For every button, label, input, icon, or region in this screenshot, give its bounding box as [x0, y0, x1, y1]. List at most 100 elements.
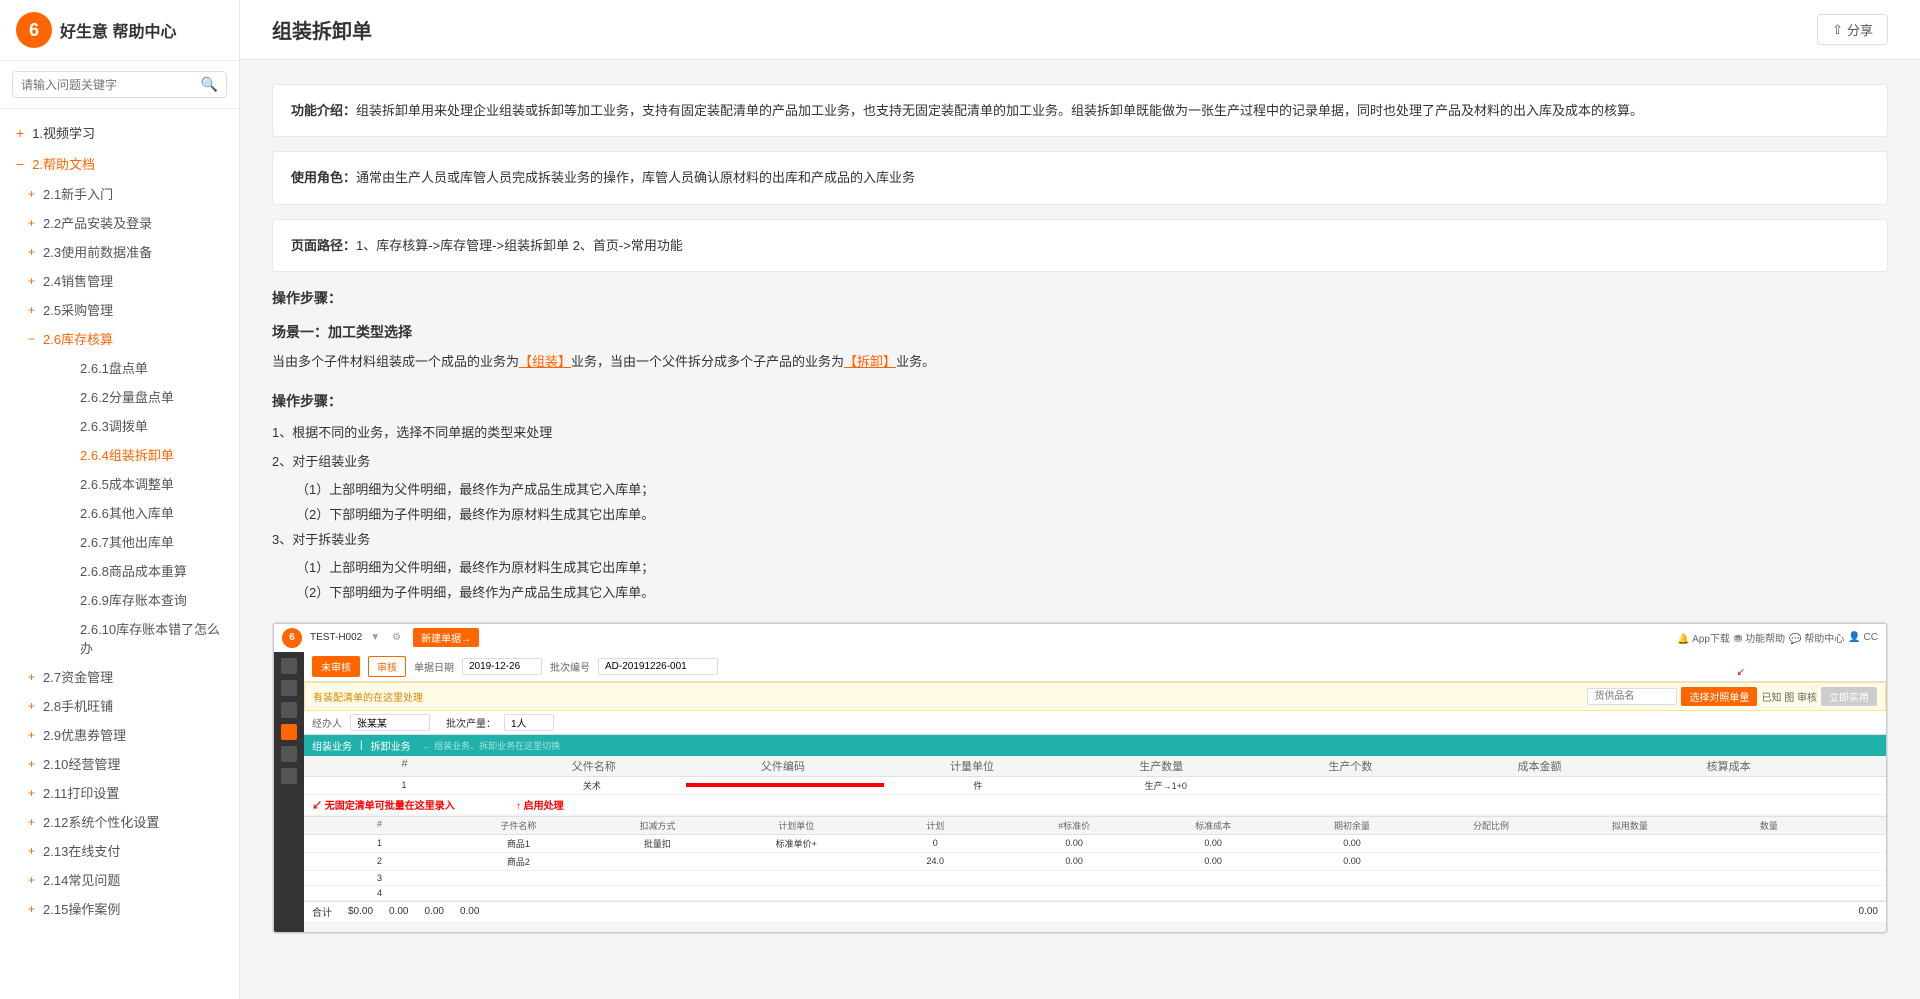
nav-tree: + 1.视频学习 − 2.帮助文档 + 2.1新手入门 + 2.2产品安装及登录…	[0, 109, 239, 931]
mock-ui: 6 TEST-H002 ▼ ⚙ 新建单据→ 🔔 App下载 ⛃ 功能帮助 💬 帮…	[273, 623, 1887, 933]
mock-lower-row-3: 3	[304, 871, 1886, 886]
step2: 2、对于组装业务	[272, 450, 1888, 475]
ops-title: 操作步骤：	[272, 288, 1888, 308]
mock-alert-bar: 有装配清单的在这里处理 选择对照单量 已知 图 审核 立即实用 ↙	[304, 682, 1886, 711]
search-input-wrap[interactable]: 🔍	[12, 71, 227, 98]
sidebar-item-newcomer[interactable]: + 2.1新手入门	[20, 179, 239, 208]
scene1-title: 场景一：加工类型选择	[272, 322, 1888, 342]
expand-icon-1: +	[16, 125, 24, 141]
annotation-assembly-btn: ↙	[1737, 667, 1745, 678]
sidebar-item-install[interactable]: + 2.2产品安装及登录	[20, 208, 239, 237]
step2-sub2: （2）下部明细为子件明细，最终作为原材料生成其它出库单。	[272, 503, 1888, 528]
mock-nav-icon-2	[281, 680, 297, 696]
sidebar-item-other-in[interactable]: 2.6.6其他入库单	[52, 498, 239, 527]
mock-lower-header: # 子件名称 扣减方式 计划单位 计划 #标准价 标准成本 期初余量 分配比例 …	[304, 816, 1886, 835]
mock-lower-row-1: 1 商品1 批量扣 标准单价+ 0 0.00 0.00 0.00	[304, 835, 1886, 853]
sidebar-item-help-docs[interactable]: − 2.帮助文档	[0, 148, 239, 179]
sidebar-item-data-prep[interactable]: + 2.3使用前数据准备	[20, 237, 239, 266]
sidebar-item-finance[interactable]: + 2.7资金管理	[20, 662, 239, 691]
mock-operator-input[interactable]	[350, 714, 430, 731]
main-panel: 组装拆卸单 ⇧ 分享 功能介绍：组装拆卸单用来处理企业组装或拆卸等加工业务，支持…	[240, 0, 1920, 999]
sidebar-item-video[interactable]: + 1.视频学习	[0, 117, 239, 148]
page-title: 组装拆卸单	[272, 15, 372, 44]
mock-bottom-bar: 合计 $0.00 0.00 0.00 0.00 0.00	[304, 901, 1886, 921]
step3: 3、对于拆装业务	[272, 528, 1888, 553]
main-content: 功能介绍：组装拆卸单用来处理企业组装或拆卸等加工业务，支持有固定装配清单的产品加…	[240, 60, 1920, 999]
sidebar-item-ledger-fix[interactable]: 2.6.10库存账本错了怎么办	[52, 614, 239, 662]
sidebar-item-transfer[interactable]: 2.6.3调拨单	[52, 411, 239, 440]
ops-steps-title: 操作步骤：	[272, 391, 1888, 411]
function-intro-block: 功能介绍：组装拆卸单用来处理企业组装或拆卸等加工业务，支持有固定装配清单的产品加…	[272, 84, 1888, 137]
mock-lower-row-4: 4	[304, 886, 1886, 901]
sidebar-item-coupon[interactable]: + 2.9优惠券管理	[20, 720, 239, 749]
mock-nav-icon-1	[281, 658, 297, 674]
sidebar-item-faq[interactable]: + 2.14常见问题	[20, 865, 239, 894]
sidebar-item-stocktake[interactable]: 2.6.1盘点单	[52, 353, 239, 382]
mock-lower-table: # 子件名称 扣减方式 计划单位 计划 #标准价 标准成本 期初余量 分配比例 …	[304, 816, 1886, 901]
sidebar-item-partial-stocktake[interactable]: 2.6.2分量盘点单	[52, 382, 239, 411]
role-block: 使用角色：通常由生产人员或库管人员完成拆装业务的操作，库管人员确认原材料的出库和…	[272, 151, 1888, 204]
mock-date-input[interactable]	[462, 658, 542, 675]
sidebar: 6 好生意 帮助中心 🔍 + 1.视频学习 − 2.帮助文档 + 2.1新手入门…	[0, 0, 240, 999]
sidebar-item-personalize[interactable]: + 2.12系统个性化设置	[20, 807, 239, 836]
mock-cell-edit[interactable]	[686, 783, 884, 787]
sidebar-item-other-out[interactable]: 2.6.7其他出库单	[52, 527, 239, 556]
mock-topbar: 6 TEST-H002 ▼ ⚙ 新建单据→ 🔔 App下载 ⛃ 功能帮助 💬 帮…	[274, 624, 1886, 653]
mock-top-icons: 🔔 App下载 ⛃ 功能帮助 💬 帮助中心 👤 CC	[1677, 630, 1878, 645]
mock-batchno-input[interactable]	[598, 658, 718, 675]
path-label: 页面路径：	[291, 238, 356, 253]
mock-nav-icon-3	[281, 702, 297, 718]
mock-sidebar	[274, 652, 304, 932]
mock-tab-new[interactable]: 未审核	[312, 656, 360, 677]
main-header: 组装拆卸单 ⇧ 分享	[240, 0, 1920, 60]
mock-sub-form: 经办人 批次产量：	[304, 711, 1886, 735]
mock-body: 未审核 审核 单据日期 批次编号 有装配清单的在这里处理 选择对照单量	[304, 652, 1886, 932]
step3-sub2: （2）下部明细为子件明细，最终作为产成品生成其它入库单。	[272, 581, 1888, 606]
step1: 1、根据不同的业务，选择不同单据的类型来处理	[272, 421, 1888, 446]
path-block: 页面路径：1、库存核算->库存管理->组装拆卸单 2、首页->常用功能	[272, 219, 1888, 272]
mock-select-btn[interactable]: 选择对照单量	[1681, 687, 1757, 706]
sidebar-item-purchase[interactable]: + 2.5采购管理	[20, 295, 239, 324]
sidebar-item-operations[interactable]: + 2.10经营管理	[20, 749, 239, 778]
search-box: 🔍	[0, 61, 239, 109]
sidebar-header: 6 好生意 帮助中心	[0, 0, 239, 61]
mock-nav-icon-5	[281, 746, 297, 762]
nav-sub-help: + 2.1新手入门 + 2.2产品安装及登录 + 2.3使用前数据准备 + 2.…	[0, 179, 239, 923]
step3-sub1: （1）上部明细为父件明细，最终作为原材料生成其它出库单；	[272, 556, 1888, 581]
sidebar-item-cost-recalc[interactable]: 2.6.8商品成本重算	[52, 556, 239, 585]
mock-new-btn[interactable]: 新建单据→	[413, 628, 479, 647]
mock-upper-table: # 父件名称 父件编码 计量单位 生产数量 生产个数 成本金额 核算成本 1	[304, 756, 1886, 795]
sidebar-item-print[interactable]: + 2.11打印设置	[20, 778, 239, 807]
sidebar-item-mobile[interactable]: + 2.8手机旺铺	[20, 691, 239, 720]
sidebar-item-assembly[interactable]: 2.6.4组装拆卸单	[52, 440, 239, 469]
role-label: 使用角色：	[291, 170, 356, 185]
logo-icon: 6	[16, 12, 52, 48]
sidebar-item-ledger-query[interactable]: 2.6.9库存账本查询	[52, 585, 239, 614]
mock-goods-input[interactable]	[1587, 688, 1677, 705]
mock-confirm-btn[interactable]: 立即实用	[1821, 687, 1877, 706]
sidebar-item-cases[interactable]: + 2.15操作案例	[20, 894, 239, 923]
path-text: 1、库存核算->库存管理->组装拆卸单 2、首页->常用功能	[356, 238, 683, 253]
sidebar-item-online-pay[interactable]: + 2.13在线支付	[20, 836, 239, 865]
annotation-type-inline: ← 组装业务、拆卸业务在这里切换	[423, 739, 561, 752]
search-icon[interactable]: 🔍	[201, 76, 218, 93]
mock-logo: 6	[282, 628, 302, 648]
sidebar-item-inventory[interactable]: − 2.6库存核算	[20, 324, 239, 353]
mock-tab-approved[interactable]: 审核	[368, 656, 406, 677]
screenshot-container: 6 TEST-H002 ▼ ⚙ 新建单据→ 🔔 App下载 ⛃ 功能帮助 💬 帮…	[272, 622, 1888, 934]
mock-nav-icon-4	[281, 724, 297, 740]
mock-nav-icon-6	[281, 768, 297, 784]
search-input[interactable]	[21, 78, 201, 92]
collapse-icon-2: −	[16, 156, 24, 172]
logo-text: 好生意 帮助中心	[60, 18, 176, 42]
function-intro-label: 功能介绍：	[291, 103, 356, 118]
scene1-desc: 当由多个子件材料组装成一个成品的业务为【组装】业务，当由一个父件拆分成多个子产品…	[272, 350, 1888, 375]
sidebar-item-cost-adjust[interactable]: 2.6.5成本调整单	[52, 469, 239, 498]
sidebar-item-sales[interactable]: + 2.4销售管理	[20, 266, 239, 295]
share-button[interactable]: ⇧ 分享	[1817, 14, 1888, 45]
mock-upper-row-1: 1 关术 件 生产→1+0	[304, 777, 1886, 795]
share-icon: ⇧	[1832, 22, 1843, 38]
function-intro-text: 组装拆卸单用来处理企业组装或拆卸等加工业务，支持有固定装配清单的产品加工业务，也…	[356, 103, 1643, 118]
mock-qty-input[interactable]	[504, 714, 554, 731]
mock-type-bar: 组装业务 | 拆卸业务 ← 组装业务、拆卸业务在这里切换	[304, 735, 1886, 756]
